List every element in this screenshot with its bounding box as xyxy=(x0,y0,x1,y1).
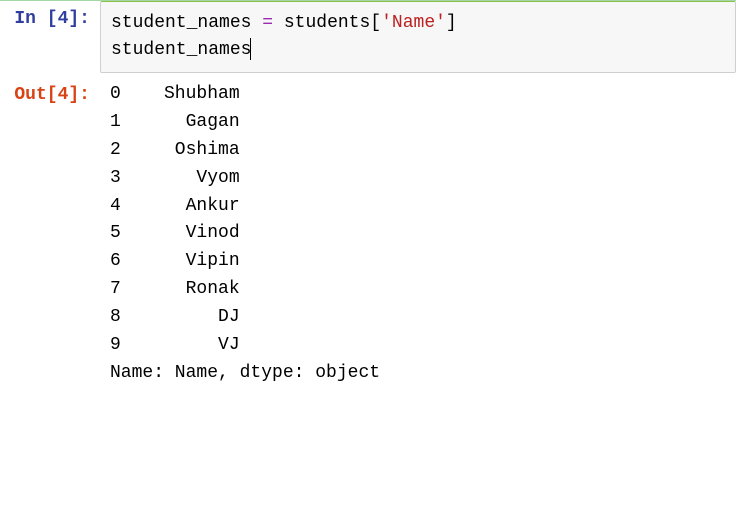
output-prompt-label: Out[4]: xyxy=(14,85,90,105)
code-token-space xyxy=(251,13,262,33)
code-token-space xyxy=(273,13,284,33)
input-prompt-area: In [4]: xyxy=(0,1,100,37)
code-token-var: student_names xyxy=(111,13,251,33)
output-cell: Out[4]: 0 Shubham 1 Gagan 2 Oshima 3 Vyo… xyxy=(0,77,736,392)
code-token-operator: = xyxy=(262,13,273,33)
code-token-string: 'Name' xyxy=(381,13,446,33)
code-token-object: students xyxy=(284,13,370,33)
output-prompt-area: Out[4]: xyxy=(0,77,100,113)
code-token-var: student_names xyxy=(111,40,251,60)
input-prompt-label: In [4]: xyxy=(14,9,90,29)
text-cursor-icon xyxy=(250,38,251,60)
code-token-bracket: [ xyxy=(370,13,381,33)
input-cell: In [4]: student_names = students['Name']… xyxy=(0,1,736,73)
code-input[interactable]: student_names = students['Name'] student… xyxy=(100,1,736,73)
code-token-bracket: ] xyxy=(446,13,457,33)
output-text: 0 Shubham 1 Gagan 2 Oshima 3 Vyom 4 Anku… xyxy=(100,77,736,392)
